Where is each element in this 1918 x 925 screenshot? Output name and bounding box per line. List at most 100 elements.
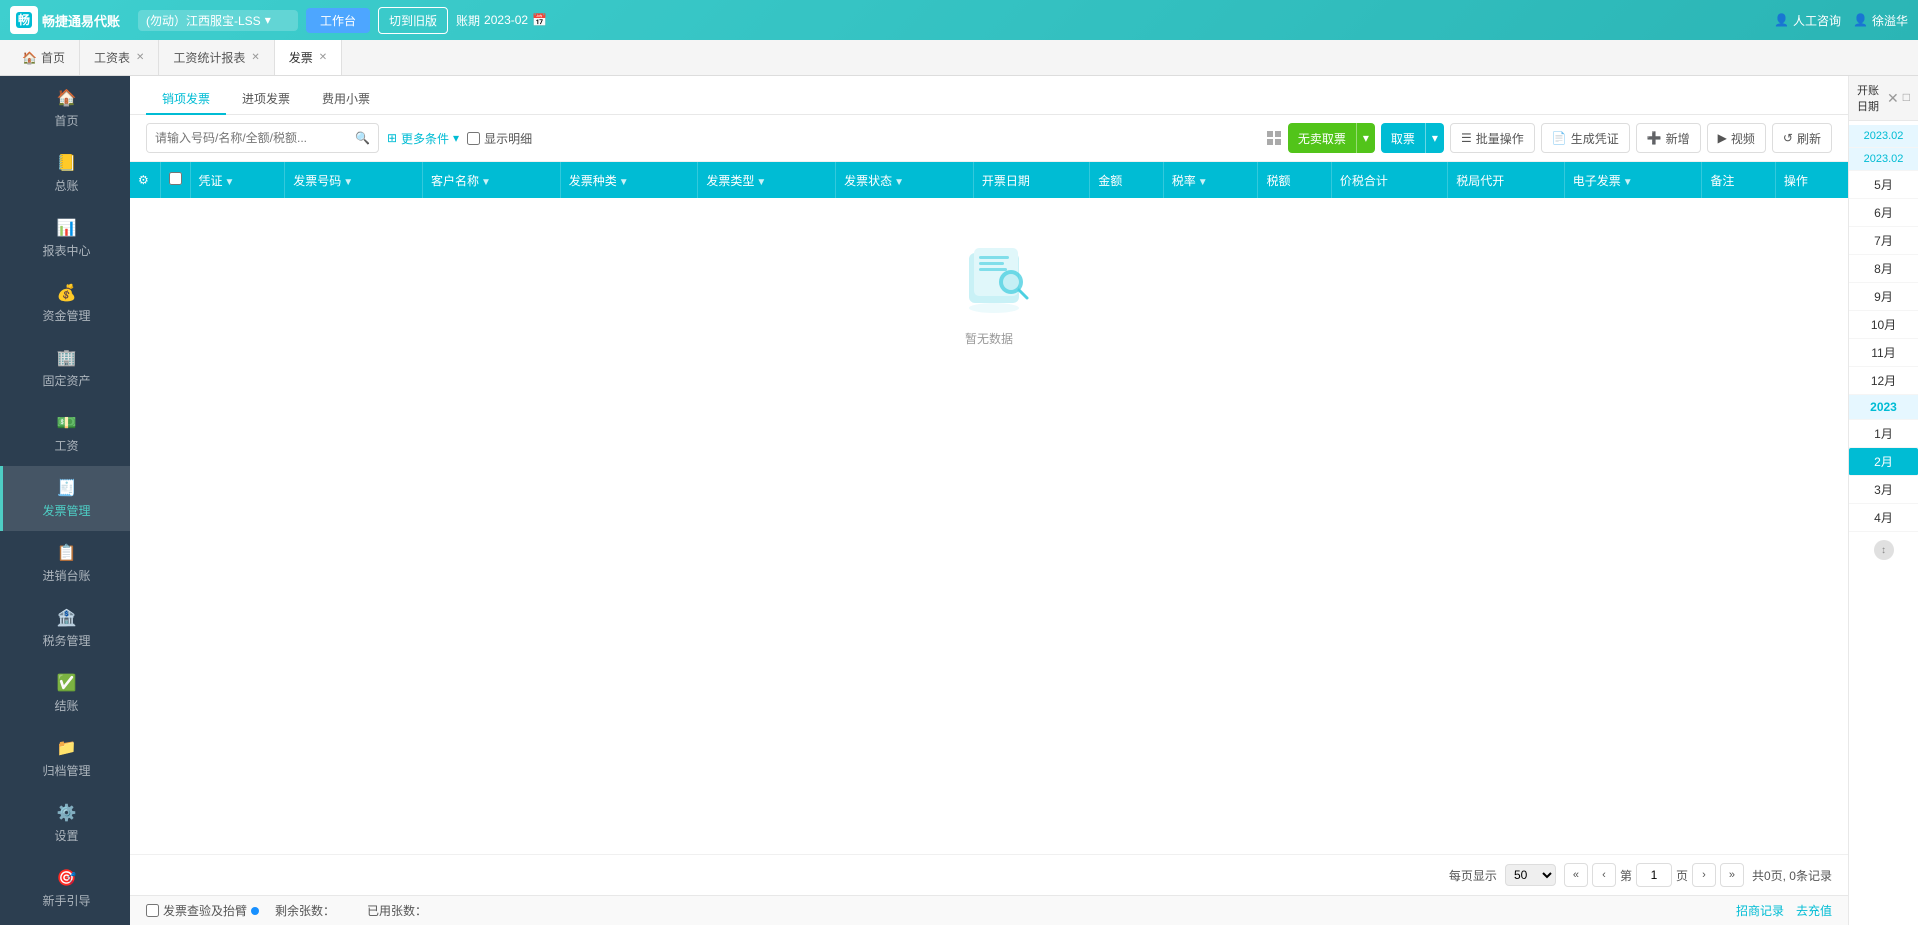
guide-icon: 🎯 [57, 868, 77, 888]
period-8[interactable]: 8月 [1849, 255, 1918, 283]
sidebar-ledger-label: 总账 [54, 177, 78, 194]
period-2-active[interactable]: 2月 [1849, 448, 1918, 476]
sidebar-item-reports[interactable]: 📊 报表中心 [0, 206, 130, 271]
sidebar-item-invoice[interactable]: 🧾 发票管理 [0, 466, 130, 531]
sidebar-item-ledger[interactable]: 📒 总账 [0, 141, 130, 206]
next-page-btn[interactable]: › [1692, 863, 1716, 887]
sidebar-tax-label: 税务管理 [42, 632, 90, 649]
sidebar-item-close-period[interactable]: ✅ 结账 [0, 661, 130, 726]
th-invoice-status: 发票状态▼ [836, 162, 974, 198]
tab-invoice-close[interactable]: ✕ [319, 52, 327, 63]
search-input[interactable] [147, 123, 347, 153]
video-button[interactable]: ▶ 视频 [1707, 123, 1766, 153]
tab-home[interactable]: 🏠 首页 [8, 40, 80, 75]
video-label: 视频 [1731, 130, 1755, 147]
sidebar-item-tax[interactable]: 🏦 税务管理 [0, 596, 130, 661]
tab-salary-report-close[interactable]: ✕ [251, 52, 259, 63]
sidebar-item-salary[interactable]: 💵 工资 [0, 401, 130, 466]
last-page-btn[interactable]: » [1720, 863, 1744, 887]
search-icon[interactable]: 🔍 [347, 131, 378, 145]
tab-salary-report[interactable]: 工资统计报表 ✕ [159, 40, 274, 75]
sidebar-item-sales[interactable]: 📋 进销台账 [0, 531, 130, 596]
sub-tab-sales-invoice[interactable]: 销项发票 [146, 84, 226, 115]
grid-view-icon[interactable] [1266, 130, 1282, 146]
show-detail-input[interactable] [467, 132, 480, 145]
tab-salary[interactable]: 工资表 ✕ [80, 40, 159, 75]
period-10[interactable]: 10月 [1849, 311, 1918, 339]
th-checkbox[interactable] [160, 162, 190, 198]
show-detail-checkbox[interactable]: 显示明细 [467, 130, 532, 147]
tab-salary-close[interactable]: ✕ [136, 52, 144, 63]
type-filter-icon[interactable]: ▼ [619, 177, 629, 188]
tab-invoice[interactable]: 发票 ✕ [275, 40, 342, 75]
invoice-no-filter-icon[interactable]: ▼ [343, 177, 353, 188]
batch-op-icon: ☰ [1461, 131, 1472, 145]
sidebar-item-assets[interactable]: 🏢 固定资产 [0, 336, 130, 401]
settings-icon: ⚙️ [57, 803, 77, 823]
period-11[interactable]: 11月 [1849, 339, 1918, 367]
no-invoice-button[interactable]: 无卖取票 ▾ [1288, 123, 1375, 153]
switch-old-button[interactable]: 切到旧版 [378, 7, 448, 34]
invoice-verify: 发票查验及抬臂 [146, 902, 259, 919]
panel-expand-btn[interactable]: □ [1903, 90, 1910, 107]
sidebar-item-settings[interactable]: ⚙️ 设置 [0, 791, 130, 856]
sidebar-item-archive[interactable]: 📁 归档管理 [0, 726, 130, 791]
customer-filter-icon[interactable]: ▼ [481, 177, 491, 188]
user-avatar[interactable]: 👤 徐溢华 [1853, 12, 1908, 29]
filter-button[interactable]: ⊞ 更多条件 ▾ [387, 130, 459, 147]
workbench-button[interactable]: 工作台 [306, 8, 370, 33]
sub-tab-purchase-invoice[interactable]: 进项发票 [226, 84, 306, 115]
period-6[interactable]: 6月 [1849, 199, 1918, 227]
th-settings[interactable]: ⚙ [130, 162, 160, 198]
empty-icon [949, 238, 1029, 318]
category-filter-icon[interactable]: ▼ [756, 177, 766, 188]
remaining-label: 剩余张数： [275, 902, 335, 919]
sidebar-settings-label: 设置 [54, 827, 78, 844]
take-invoice-label: 取票 [1381, 130, 1425, 147]
panel-close-btn[interactable]: ✕ [1887, 90, 1899, 107]
sidebar-item-member[interactable]: 👑 畅会员 [0, 921, 130, 925]
gen-voucher-button[interactable]: 📄 生成凭证 [1541, 123, 1630, 153]
page-input[interactable] [1636, 863, 1672, 887]
close-period-icon: ✅ [57, 673, 77, 693]
table-header-row: ⚙ 凭证▼ 发票号码▼ 客户名称▼ 发票种类▼ 发票类型▼ 发票状态▼ 开票日期… [130, 162, 1848, 198]
top-header: 畅 畅捷通易代账 (勿动）江西服宝-LSS ▾ 工作台 切到旧版 账期 2023… [0, 0, 1918, 40]
status-filter-icon[interactable]: ▼ [894, 177, 904, 188]
first-page-btn[interactable]: « [1564, 863, 1588, 887]
new-button[interactable]: ➕ 新增 [1636, 123, 1701, 153]
invoice-icon: 🧾 [57, 478, 77, 498]
period-12[interactable]: 12月 [1849, 367, 1918, 395]
sub-tab-expense-receipt[interactable]: 费用小票 [306, 84, 386, 115]
no-invoice-dropdown-icon[interactable]: ▾ [1356, 123, 1375, 153]
prev-page-btn[interactable]: ‹ [1592, 863, 1616, 887]
th-amount: 金额 [1090, 162, 1163, 198]
period-4[interactable]: 4月 [1849, 504, 1918, 532]
sidebar-item-guide[interactable]: 🎯 新手引导 [0, 856, 130, 921]
period-5[interactable]: 5月 [1849, 171, 1918, 199]
period-9[interactable]: 9月 [1849, 283, 1918, 311]
calendar-icon[interactable]: 📅 [532, 13, 547, 27]
sidebar-guide-label: 新手引导 [42, 892, 90, 909]
take-invoice-button[interactable]: 取票 ▾ [1381, 123, 1444, 153]
per-page-select[interactable]: 50 10 20 100 [1505, 864, 1556, 886]
logo-area: 畅 畅捷通易代账 [10, 6, 130, 34]
assets-icon: 🏢 [57, 348, 77, 368]
company-selector[interactable]: (勿动）江西服宝-LSS ▾ [138, 10, 298, 31]
sidebar-item-funds[interactable]: 💰 资金管理 [0, 271, 130, 336]
refresh-button[interactable]: ↺ 刷新 [1772, 123, 1832, 153]
tax-rate-filter-icon[interactable]: ▼ [1198, 177, 1208, 188]
period-7[interactable]: 7月 [1849, 227, 1918, 255]
batch-op-button[interactable]: ☰ 批量操作 [1450, 123, 1535, 153]
electronic-filter-icon[interactable]: ▼ [1623, 177, 1633, 188]
voucher-filter-icon[interactable]: ▼ [225, 177, 235, 188]
take-invoice-dropdown-icon[interactable]: ▾ [1425, 123, 1444, 153]
period-3[interactable]: 3月 [1849, 476, 1918, 504]
go-recharge-link[interactable]: 去充值 [1796, 902, 1832, 919]
select-all-checkbox[interactable] [169, 172, 182, 185]
period-1[interactable]: 1月 [1849, 420, 1918, 448]
user-service[interactable]: 👤 人工咨询 [1774, 12, 1841, 29]
funds-icon: 💰 [57, 283, 77, 303]
sidebar-item-home[interactable]: 🏠 首页 [0, 76, 130, 141]
recharge-record-link[interactable]: 招商记录 [1736, 902, 1784, 919]
verify-checkbox[interactable] [146, 904, 159, 917]
